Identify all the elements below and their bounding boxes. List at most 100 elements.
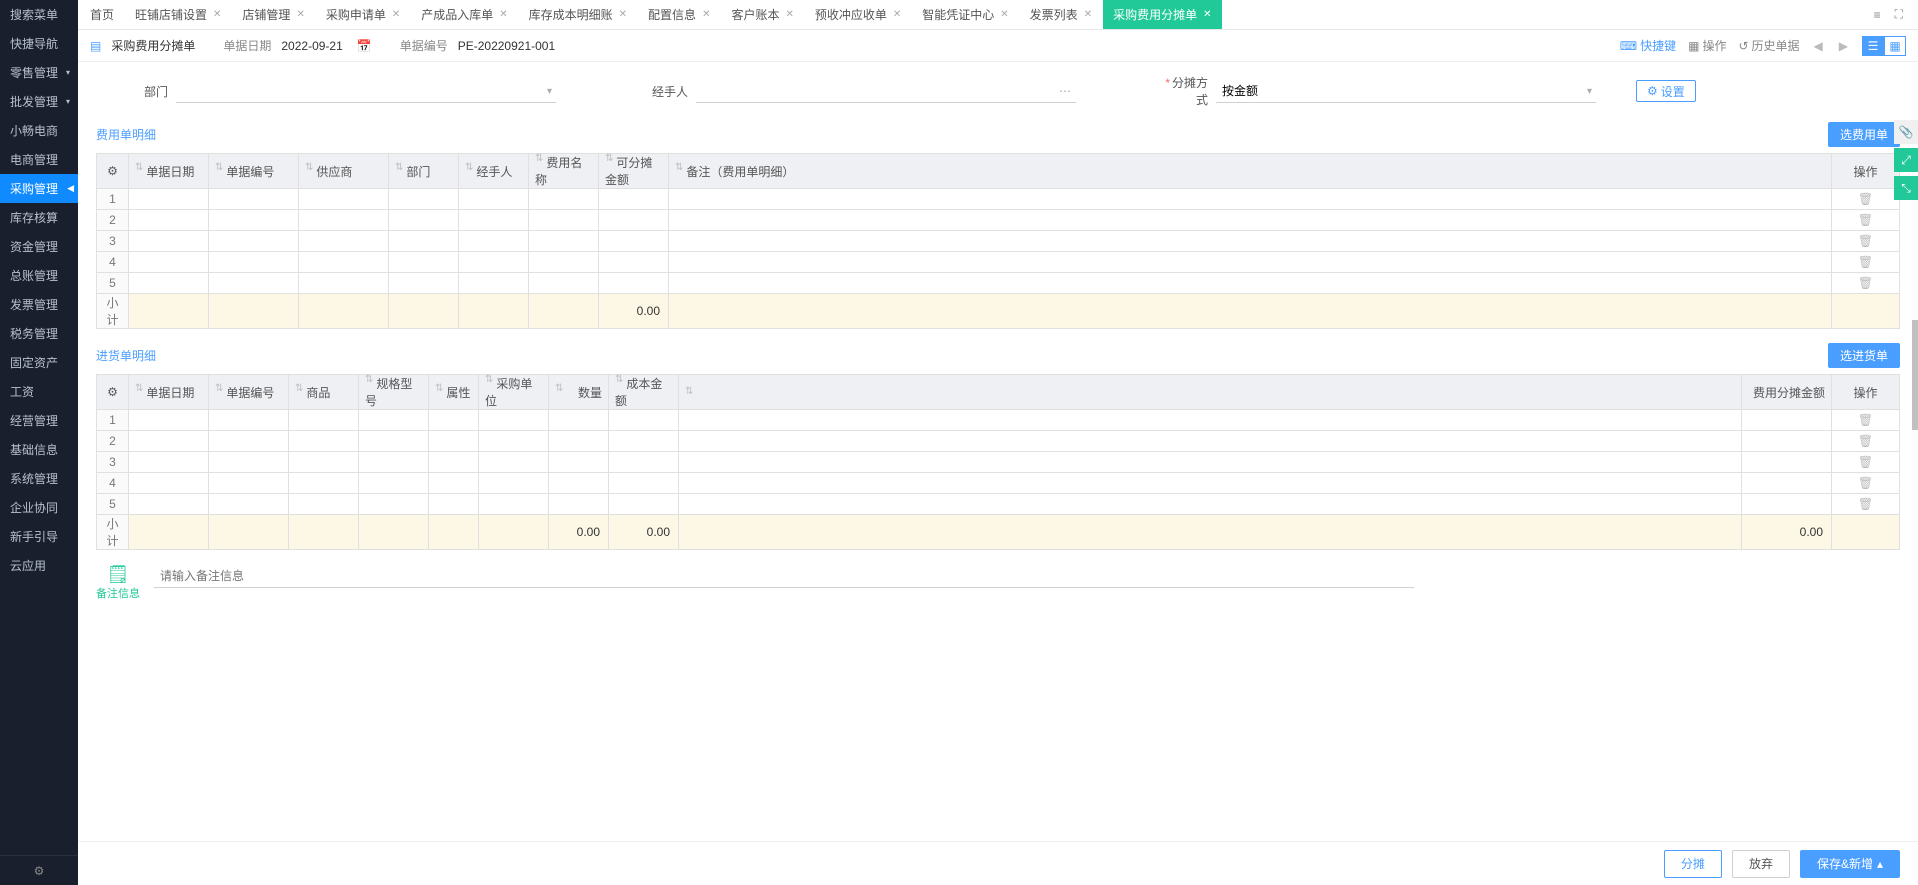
col-code[interactable]: ⇅单据编号 — [209, 375, 289, 410]
tab-2[interactable]: 店铺管理✕ — [232, 0, 315, 29]
remark-input[interactable] — [154, 564, 1414, 588]
col-remark[interactable]: ⇅备注（费用单明细） — [669, 154, 1832, 189]
close-icon[interactable]: ✕ — [702, 9, 710, 20]
delete-icon[interactable]: 🗑 — [1858, 192, 1873, 206]
sidebar-item-2[interactable]: 零售管理▾ — [0, 58, 78, 87]
close-icon[interactable]: ✕ — [296, 9, 304, 20]
delete-icon[interactable]: 🗑 — [1858, 213, 1873, 227]
table-row[interactable]: 4🗑 — [97, 252, 1900, 273]
col-amount[interactable]: ⇅可分摊金额 — [599, 154, 669, 189]
col-code[interactable]: ⇅单据编号 — [209, 154, 299, 189]
quick-create-action[interactable]: ⌨快捷键 — [1620, 37, 1676, 54]
sidebar-item-11[interactable]: 税务管理 — [0, 319, 78, 348]
close-icon[interactable]: ✕ — [499, 9, 507, 20]
table-row[interactable]: 5🗑 — [97, 273, 1900, 294]
select-goods-button[interactable]: 选进货单 — [1828, 343, 1900, 368]
sidebar-item-19[interactable]: 云应用 — [0, 551, 78, 580]
tab-0[interactable]: 首页 — [80, 0, 125, 29]
table-row[interactable]: 1🗑 — [97, 189, 1900, 210]
sidebar-item-9[interactable]: 总账管理 — [0, 261, 78, 290]
save-new-button[interactable]: 保存&新增▴ — [1800, 850, 1900, 878]
close-icon[interactable]: ✕ — [392, 9, 400, 20]
tab-3[interactable]: 采购申请单✕ — [316, 0, 411, 29]
tab-6[interactable]: 配置信息✕ — [638, 0, 721, 29]
sidebar-item-18[interactable]: 新手引导 — [0, 522, 78, 551]
close-icon[interactable]: ✕ — [1084, 9, 1092, 20]
method-input[interactable] — [1216, 79, 1596, 103]
tab-8[interactable]: 预收冲应收单✕ — [805, 0, 912, 29]
history-action[interactable]: ↺历史单据 — [1738, 37, 1799, 54]
tab-11[interactable]: 采购费用分摊单✕ — [1103, 0, 1222, 29]
close-icon[interactable]: ✕ — [619, 9, 627, 20]
sidebar-item-7[interactable]: 库存核算 — [0, 203, 78, 232]
calendar-icon[interactable]: 📅 — [357, 39, 372, 53]
delete-icon[interactable]: 🗑 — [1858, 455, 1873, 469]
tab-1[interactable]: 旺铺店铺设置✕ — [125, 0, 232, 29]
rail-shrink-icon[interactable]: ⤡ — [1894, 176, 1918, 200]
next-doc-icon[interactable]: ▶ — [1837, 39, 1850, 53]
tab-7[interactable]: 客户账本✕ — [721, 0, 804, 29]
table-row[interactable]: 3🗑 — [97, 231, 1900, 252]
col-spec[interactable]: ⇅规格型号 — [359, 375, 429, 410]
sidebar-item-16[interactable]: 系统管理 — [0, 464, 78, 493]
table-row[interactable]: 2🗑 — [97, 210, 1900, 231]
gear-column-head[interactable]: ⚙ — [97, 154, 129, 189]
col-date[interactable]: ⇅单据日期 — [129, 154, 209, 189]
view-list-button[interactable]: ☰ — [1862, 36, 1884, 56]
scrollbar-stub[interactable] — [1912, 320, 1918, 430]
table-row[interactable]: 5🗑 — [97, 494, 1900, 515]
sidebar-item-5[interactable]: 电商管理 — [0, 145, 78, 174]
close-icon[interactable]: ✕ — [213, 9, 221, 20]
sidebar-item-17[interactable]: 企业协同 — [0, 493, 78, 522]
table-row[interactable]: 2🗑 — [97, 431, 1900, 452]
sidebar-item-4[interactable]: 小畅电商 — [0, 116, 78, 145]
gear-column-head[interactable]: ⚙ — [97, 375, 129, 410]
col-qty[interactable]: ⇅数量 — [549, 375, 609, 410]
tab-5[interactable]: 库存成本明细账✕ — [519, 0, 638, 29]
tabs-expand-icon[interactable]: ⛶ — [1892, 7, 1906, 22]
handler-input[interactable] — [696, 79, 1076, 103]
setup-button[interactable]: ⚙设置 — [1636, 80, 1696, 102]
allocate-button[interactable]: 分摊 — [1664, 850, 1722, 878]
sidebar-item-14[interactable]: 经营管理 — [0, 406, 78, 435]
sidebar-item-8[interactable]: 资金管理 — [0, 232, 78, 261]
close-icon[interactable]: ✕ — [1000, 9, 1008, 20]
sidebar-item-10[interactable]: 发票管理 — [0, 290, 78, 319]
col-unit[interactable]: ⇅采购单位 — [479, 375, 549, 410]
sidebar-item-12[interactable]: 固定资产 — [0, 348, 78, 377]
sidebar-item-13[interactable]: 工资 — [0, 377, 78, 406]
col-blank[interactable]: ⇅ — [679, 375, 1742, 410]
tab-9[interactable]: 智能凭证中心✕ — [912, 0, 1019, 29]
col-name[interactable]: ⇅费用名称 — [529, 154, 599, 189]
tab-10[interactable]: 发票列表✕ — [1020, 0, 1103, 29]
dept-input[interactable] — [176, 79, 556, 103]
sidebar-item-3[interactable]: 批发管理▾ — [0, 87, 78, 116]
col-alloc[interactable]: 费用分摊金额 — [1742, 375, 1832, 410]
close-icon[interactable]: ✕ — [1203, 9, 1211, 20]
col-dept[interactable]: ⇅部门 — [389, 154, 459, 189]
sidebar-item-15[interactable]: 基础信息 — [0, 435, 78, 464]
rail-expand-icon[interactable]: ⤢ — [1894, 148, 1918, 172]
col-handler[interactable]: ⇅经手人 — [459, 154, 529, 189]
delete-icon[interactable]: 🗑 — [1858, 276, 1873, 290]
tab-4[interactable]: 产成品入库单✕ — [411, 0, 518, 29]
select-expense-button[interactable]: 选费用单 — [1828, 122, 1900, 147]
close-icon[interactable]: ✕ — [893, 9, 901, 20]
col-cost[interactable]: ⇅成本金额 — [609, 375, 679, 410]
abandon-button[interactable]: 放弃 — [1732, 850, 1790, 878]
table-row[interactable]: 4🗑 — [97, 473, 1900, 494]
delete-icon[interactable]: 🗑 — [1858, 234, 1873, 248]
sidebar-footer[interactable]: ⚙ — [0, 855, 78, 885]
operate-action[interactable]: ▦操作 — [1688, 37, 1726, 54]
view-grid-button[interactable]: ▦ — [1884, 36, 1906, 56]
tabs-menu-icon[interactable]: ≡ — [1871, 8, 1884, 22]
delete-icon[interactable]: 🗑 — [1858, 476, 1873, 490]
col-product[interactable]: ⇅商品 — [289, 375, 359, 410]
delete-icon[interactable]: 🗑 — [1858, 497, 1873, 511]
table-row[interactable]: 1🗑 — [97, 410, 1900, 431]
sidebar-item-6[interactable]: 采购管理◀ — [0, 174, 78, 203]
sidebar-item-0[interactable]: 搜索菜单 — [0, 0, 78, 29]
col-date[interactable]: ⇅单据日期 — [129, 375, 209, 410]
delete-icon[interactable]: 🗑 — [1858, 434, 1873, 448]
col-vendor[interactable]: ⇅供应商 — [299, 154, 389, 189]
